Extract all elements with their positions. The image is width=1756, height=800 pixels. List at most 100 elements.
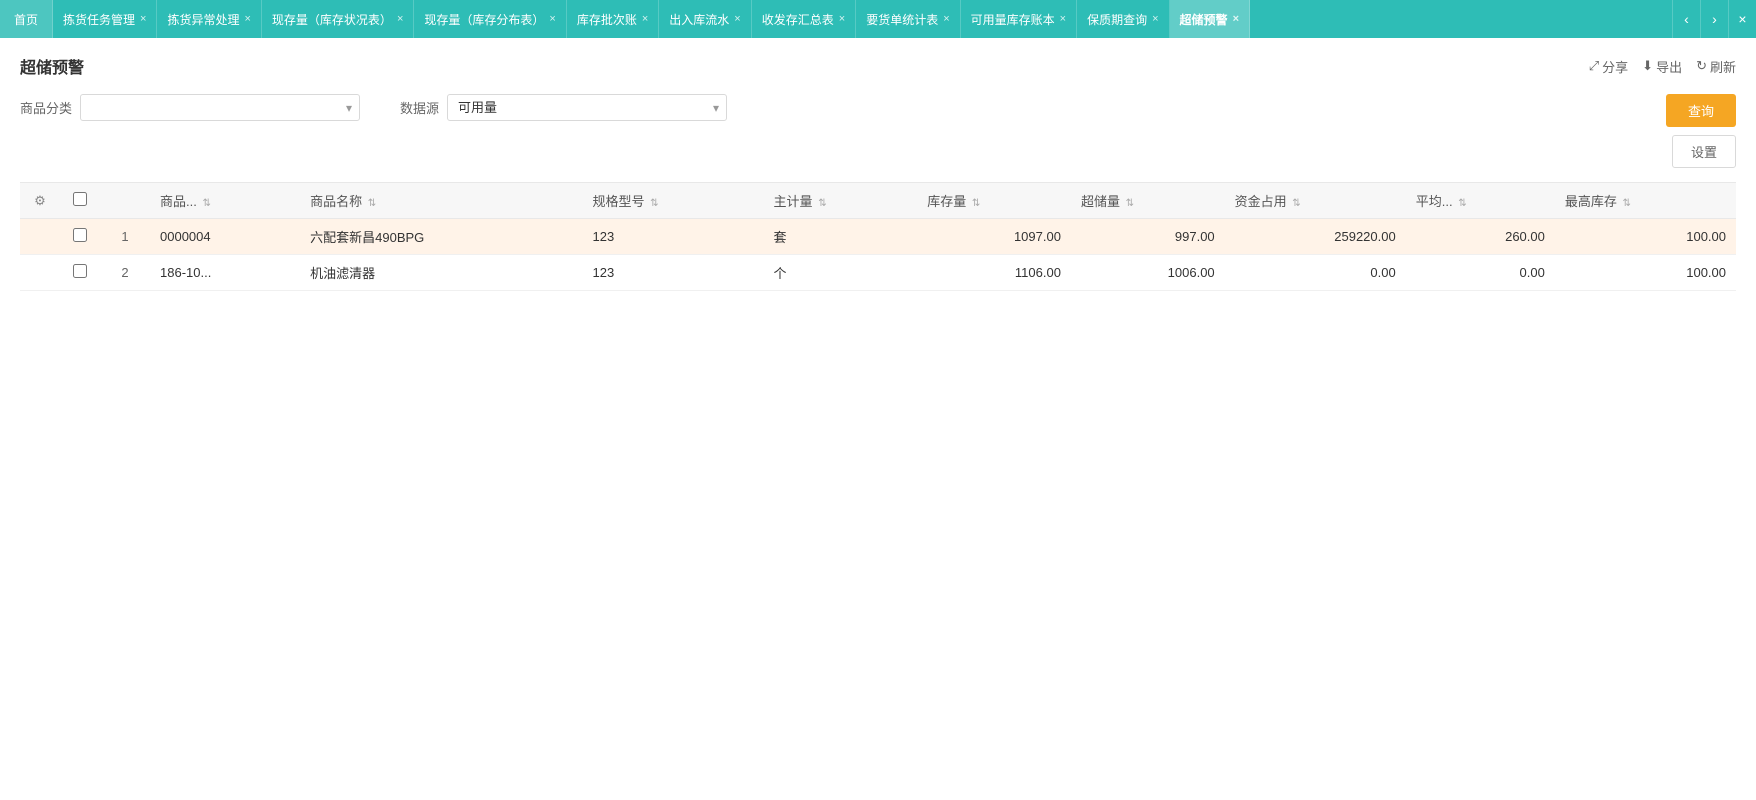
nav-shelf-life[interactable]: 保质期查询 × bbox=[1077, 0, 1169, 38]
nav-batch-account-close[interactable]: × bbox=[642, 13, 648, 25]
nav-order-stats[interactable]: 要货单统计表 × bbox=[856, 0, 960, 38]
page-title: 超储预警 bbox=[20, 54, 84, 78]
nav-order-stats-close[interactable]: × bbox=[943, 13, 949, 25]
sort-overstock-icon[interactable]: ⇅ bbox=[1126, 198, 1134, 209]
nav-home-label: 首页 bbox=[14, 11, 38, 28]
sort-product-name-icon[interactable]: ⇅ bbox=[368, 198, 376, 209]
row-no: 2 bbox=[100, 255, 150, 291]
share-icon: ⤢ bbox=[1589, 58, 1599, 74]
row-product-code: 0000004 bbox=[150, 219, 300, 255]
sort-max-stock-icon[interactable]: ⇅ bbox=[1623, 198, 1631, 209]
export-icon: ⬇ bbox=[1642, 58, 1653, 74]
table-row: 2186-10...机油滤清器123个1106.001006.000.000.0… bbox=[20, 255, 1736, 291]
row-max-stock: 100.00 bbox=[1555, 255, 1736, 291]
export-action[interactable]: ⬇ 导出 bbox=[1642, 57, 1682, 76]
nav-inventory-status[interactable]: 现存量（库存状况表） × bbox=[262, 0, 414, 38]
datasource-filter: 数据源 可用量 库存量 ▾ bbox=[400, 94, 727, 121]
nav-pick-task-label: 拣货任务管理 bbox=[63, 11, 135, 28]
col-header-avg: 平均... ⇅ bbox=[1406, 183, 1555, 219]
col-header-product-code: 商品... ⇅ bbox=[150, 183, 300, 219]
nav-shelf-life-close[interactable]: × bbox=[1152, 13, 1158, 25]
nav-pick-task-close[interactable]: × bbox=[140, 13, 146, 25]
sort-unit-icon[interactable]: ⇅ bbox=[818, 198, 826, 209]
query-button[interactable]: 查询 bbox=[1666, 94, 1736, 127]
category-select[interactable] bbox=[80, 94, 360, 121]
sort-spec-icon[interactable]: ⇅ bbox=[650, 198, 658, 209]
sort-capital-icon[interactable]: ⇅ bbox=[1292, 198, 1300, 209]
page-actions: ⤢ 分享 ⬇ 导出 ↻ 刷新 bbox=[1589, 57, 1736, 76]
export-label: 导出 bbox=[1656, 57, 1682, 76]
refresh-action[interactable]: ↻ 刷新 bbox=[1696, 57, 1736, 76]
col-header-unit: 主计量 ⇅ bbox=[764, 183, 918, 219]
data-table: ⚙ 商品... ⇅ 商品名称 ⇅ 规格型号 bbox=[20, 182, 1736, 291]
share-action[interactable]: ⤢ 分享 bbox=[1589, 57, 1628, 76]
row-avg: 0.00 bbox=[1406, 255, 1555, 291]
nav-recv-send-summary-label: 收发存汇总表 bbox=[762, 11, 834, 28]
nav-available-account[interactable]: 可用量库存账本 × bbox=[961, 0, 1077, 38]
nav-more-button[interactable]: × bbox=[1728, 0, 1756, 38]
nav-overstock-alert[interactable]: 超储预警 × bbox=[1170, 0, 1250, 38]
nav-batch-account-label: 库存批次账 bbox=[577, 11, 637, 28]
nav-overstock-alert-close[interactable]: × bbox=[1233, 13, 1239, 25]
nav-inventory-status-label: 现存量（库存状况表） bbox=[272, 11, 392, 28]
sort-product-code-icon[interactable]: ⇅ bbox=[202, 198, 210, 209]
row-stock: 1106.00 bbox=[917, 255, 1071, 291]
nav-batch-account[interactable]: 库存批次账 × bbox=[567, 0, 659, 38]
nav-shelf-life-label: 保质期查询 bbox=[1087, 11, 1147, 28]
row-spec: 123 bbox=[582, 255, 763, 291]
row-product-code: 186-10... bbox=[150, 255, 300, 291]
gear-icon[interactable]: ⚙ bbox=[34, 193, 46, 208]
nav-pick-exception[interactable]: 拣货异常处理 × bbox=[157, 0, 261, 38]
category-filter: 商品分类 ▾ bbox=[20, 94, 360, 121]
nav-inventory-dist-close[interactable]: × bbox=[549, 13, 555, 25]
table-body: 10000004六配套新昌490BPG123套1097.00997.002592… bbox=[20, 219, 1736, 291]
nav-inventory-dist[interactable]: 现存量（库存分布表） × bbox=[414, 0, 566, 38]
row-avg: 260.00 bbox=[1406, 219, 1555, 255]
row-product-name: 机油滤清器 bbox=[300, 255, 582, 291]
datasource-select-wrap: 可用量 库存量 ▾ bbox=[447, 94, 727, 121]
nav-prev-button[interactable]: ‹ bbox=[1672, 0, 1700, 38]
setting-button[interactable]: 设置 bbox=[1672, 135, 1736, 168]
nav-available-account-close[interactable]: × bbox=[1060, 13, 1066, 25]
select-all-checkbox[interactable] bbox=[73, 192, 87, 206]
row-check bbox=[60, 255, 100, 291]
col-header-product-name: 商品名称 ⇅ bbox=[300, 183, 582, 219]
top-nav: 首页 拣货任务管理 × 拣货异常处理 × 现存量（库存状况表） × 现存量（库存… bbox=[0, 0, 1756, 38]
nav-overstock-alert-label: 超储预警 bbox=[1180, 11, 1228, 28]
nav-home[interactable]: 首页 bbox=[0, 0, 53, 38]
refresh-label: 刷新 bbox=[1710, 57, 1736, 76]
nav-pick-exception-label: 拣货异常处理 bbox=[167, 11, 239, 28]
col-header-capital: 资金占用 ⇅ bbox=[1225, 183, 1406, 219]
table-row: 10000004六配套新昌490BPG123套1097.00997.002592… bbox=[20, 219, 1736, 255]
row-no: 1 bbox=[100, 219, 150, 255]
nav-next-button[interactable]: › bbox=[1700, 0, 1728, 38]
nav-pick-task[interactable]: 拣货任务管理 × bbox=[53, 0, 157, 38]
row-capital: 0.00 bbox=[1225, 255, 1406, 291]
col-header-no bbox=[100, 183, 150, 219]
sort-avg-icon[interactable]: ⇅ bbox=[1458, 198, 1466, 209]
row-overstock: 1006.00 bbox=[1071, 255, 1225, 291]
row-checkbox[interactable] bbox=[73, 228, 87, 242]
nav-recv-send-summary[interactable]: 收发存汇总表 × bbox=[752, 0, 856, 38]
datasource-select[interactable]: 可用量 库存量 bbox=[447, 94, 727, 121]
nav-pick-exception-close[interactable]: × bbox=[244, 13, 250, 25]
page-content: 超储预警 ⤢ 分享 ⬇ 导出 ↻ 刷新 商品分类 bbox=[0, 38, 1756, 800]
row-max-stock: 100.00 bbox=[1555, 219, 1736, 255]
col-header-max-stock: 最高库存 ⇅ bbox=[1555, 183, 1736, 219]
row-capital: 259220.00 bbox=[1225, 219, 1406, 255]
nav-recv-send-summary-close[interactable]: × bbox=[839, 13, 845, 25]
share-label: 分享 bbox=[1602, 57, 1628, 76]
row-unit: 套 bbox=[764, 219, 918, 255]
col-header-stock: 库存量 ⇅ bbox=[917, 183, 1071, 219]
filter-section: 商品分类 ▾ 数据源 可用量 库存量 bbox=[20, 94, 1736, 168]
nav-inventory-status-close[interactable]: × bbox=[397, 13, 403, 25]
sort-stock-icon[interactable]: ⇅ bbox=[972, 198, 980, 209]
category-label: 商品分类 bbox=[20, 98, 72, 117]
nav-in-out-flow[interactable]: 出入库流水 × bbox=[659, 0, 751, 38]
nav-in-out-flow-close[interactable]: × bbox=[734, 13, 740, 25]
row-checkbox[interactable] bbox=[73, 264, 87, 278]
col-header-check bbox=[60, 183, 100, 219]
datasource-label: 数据源 bbox=[400, 98, 439, 117]
row-stock: 1097.00 bbox=[917, 219, 1071, 255]
col-header-overstock: 超储量 ⇅ bbox=[1071, 183, 1225, 219]
